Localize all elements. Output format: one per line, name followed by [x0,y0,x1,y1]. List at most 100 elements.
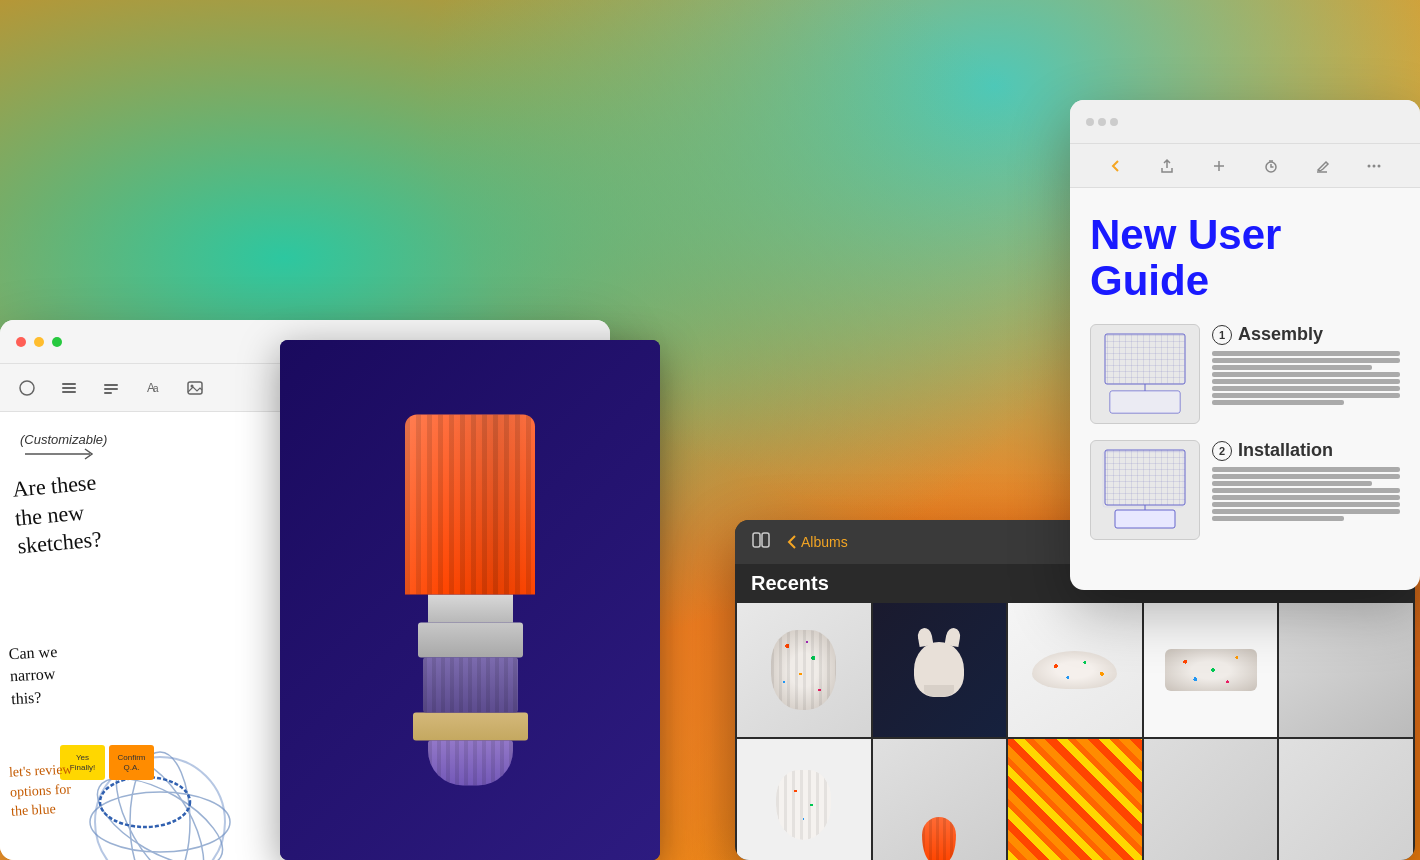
assembly-section-title: Assembly [1238,324,1323,345]
photos-grid [735,603,1415,860]
doc-dot-2 [1098,118,1106,126]
installation-section-title: Installation [1238,440,1333,461]
doc-section-installation-text: 2 Installation [1212,440,1400,540]
assembly-diagram-svg [1095,329,1195,419]
sticky-notes-container: YesFinally! ConfirmQ.A. [60,745,154,780]
photo-cell-8[interactable] [1008,739,1142,860]
text-line [1212,502,1400,507]
doc-share-button[interactable] [1153,152,1181,180]
oval-highlight-svg [95,772,195,832]
orange-vase [405,415,535,786]
doc-dot-1 [1086,118,1094,126]
photos-sidebar-icon[interactable] [751,530,771,555]
text-toolbar-icon[interactable]: Aa [142,377,164,399]
doc-add-button[interactable] [1205,152,1233,180]
installation-diagram-svg [1095,445,1195,535]
photos-albums-label: Albums [801,534,848,550]
doc-timer-button[interactable] [1257,152,1285,180]
product-panel [280,340,660,860]
svg-point-41 [1368,164,1371,167]
list-toolbar-icon[interactable] [58,377,80,399]
svg-rect-51 [1115,510,1175,528]
svg-rect-5 [104,388,118,390]
svg-rect-6 [104,392,112,394]
svg-rect-47 [1110,391,1180,413]
assembly-section-number: 1 [1212,325,1232,345]
photo-partial-cell [1279,603,1413,737]
photo-striped-cell [1008,739,1142,860]
doc-window: New User Guide [1070,100,1420,590]
svg-point-25 [100,777,190,827]
svg-point-42 [1373,164,1376,167]
sketch-handwriting-1: Are thesethe newsketches? [11,468,102,561]
svg-point-0 [20,381,34,395]
photo-cell-7[interactable] [873,739,1007,860]
photo-light-bg-cell [1008,603,1142,737]
svg-rect-34 [753,533,760,547]
svg-rect-3 [62,391,76,393]
svg-rect-45 [1105,334,1185,384]
doc-back-button[interactable] [1102,152,1130,180]
photo-white-bg-cell [1144,603,1278,737]
assembly-body-lines [1212,351,1400,405]
doc-toolbar [1070,144,1420,188]
doc-section-assembly-text: 1 Assembly [1212,324,1400,424]
photo-cell-1[interactable] [737,603,871,737]
photo-cell-9[interactable] [1144,739,1278,860]
svg-rect-35 [762,533,769,547]
layers-toolbar-icon[interactable] [100,377,122,399]
doc-titlebar-dots [1086,118,1118,126]
photo-cell-6[interactable] [737,739,871,860]
text-line [1212,467,1400,472]
text-line [1212,386,1400,391]
photo-white-surface-cell [737,739,871,860]
doc-more-button[interactable] [1360,152,1388,180]
photo-cell-3[interactable] [1008,603,1142,737]
svg-point-43 [1378,164,1381,167]
sketch-arrow-svg [20,444,100,464]
doc-section-installation: 2 Installation [1090,440,1400,540]
text-line [1212,393,1400,398]
doc-section-assembly-heading: 1 Assembly [1212,324,1400,345]
photo-cell-5[interactable] [1279,603,1413,737]
text-line [1212,379,1400,384]
doc-section-assembly: 1 Assembly [1090,324,1400,424]
product-image-area [280,340,660,860]
text-line [1212,509,1400,514]
photos-back-button[interactable]: Albums [787,534,848,550]
sketch-handwriting-2: Can wenarrowthis? [8,641,60,711]
text-line [1212,488,1400,493]
text-line [1212,495,1400,500]
svg-rect-49 [1105,450,1185,505]
doc-section-installation-image [1090,440,1200,540]
text-line [1212,474,1400,479]
svg-rect-2 [62,387,76,389]
photo-cell-10[interactable] [1279,739,1413,860]
photo-empty-cell-2 [1279,739,1413,860]
svg-text:a: a [153,383,159,394]
photo-empty-cell-1 [1144,739,1278,860]
doc-title: New User Guide [1090,212,1400,304]
text-line [1212,365,1372,370]
text-line [1212,400,1344,405]
photo-cell-2[interactable] [873,603,1007,737]
sticky-note-2: ConfirmQ.A. [109,745,154,780]
window-close-dot[interactable] [16,337,26,347]
circle-toolbar-icon[interactable] [16,377,38,399]
svg-rect-1 [62,383,76,385]
image-toolbar-icon[interactable] [184,377,206,399]
photo-speckled-vase [737,603,871,737]
doc-dot-3 [1110,118,1118,126]
sketch-handwriting-3: let's reviewoptions forthe blue [9,760,76,822]
photo-cell-4[interactable] [1144,603,1278,737]
doc-content: New User Guide [1070,188,1420,590]
doc-section-assembly-image [1090,324,1200,424]
doc-highlight-button[interactable] [1308,152,1336,180]
window-maximize-dot[interactable] [52,337,62,347]
svg-rect-4 [104,384,118,386]
text-line [1212,351,1400,356]
text-line [1212,372,1400,377]
window-minimize-dot[interactable] [34,337,44,347]
text-line [1212,516,1344,521]
installation-body-lines [1212,467,1400,521]
